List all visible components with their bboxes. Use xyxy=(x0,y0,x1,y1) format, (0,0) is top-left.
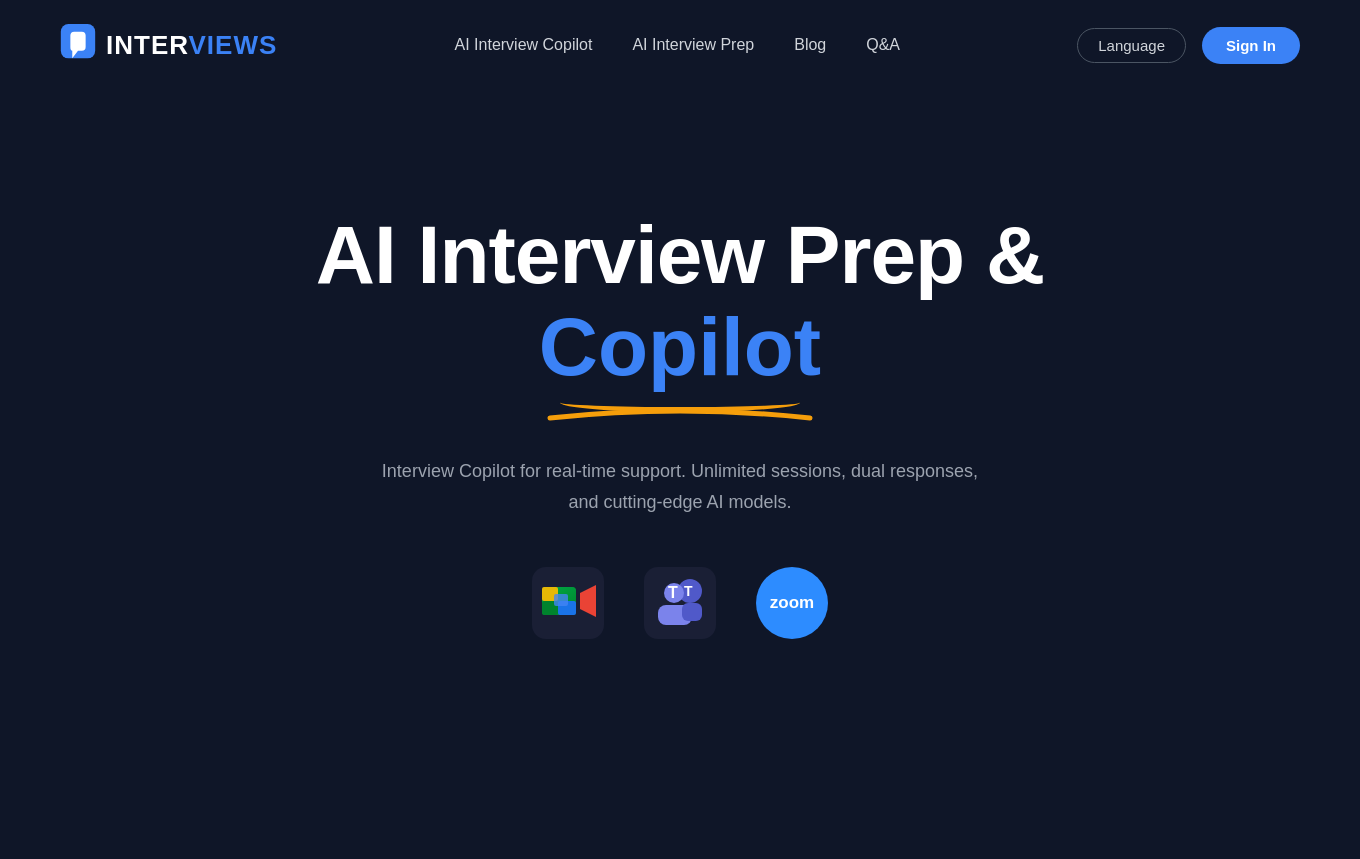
svg-rect-15 xyxy=(682,603,702,621)
signin-button[interactable]: Sign In xyxy=(1202,27,1300,64)
google-meet-icon xyxy=(532,567,604,639)
svg-text:T: T xyxy=(668,584,678,601)
navbar: INTERVIEWS AI Interview Copilot AI Inter… xyxy=(0,0,1360,90)
language-button[interactable]: Language xyxy=(1077,28,1186,63)
zoom-icon: zoom xyxy=(756,567,828,639)
svg-text:T: T xyxy=(684,583,693,599)
nav-link-blog[interactable]: Blog xyxy=(794,36,826,54)
nav-link-prep[interactable]: AI Interview Prep xyxy=(632,36,754,54)
logo-icon xyxy=(60,24,96,66)
logo-text: INTERVIEWS xyxy=(106,30,277,61)
nav-link-qa[interactable]: Q&A xyxy=(866,36,900,54)
nav-actions: Language Sign In xyxy=(1077,27,1300,64)
hero-title-line2: Copilot xyxy=(539,300,821,394)
svg-rect-9 xyxy=(644,567,716,639)
nav-links: AI Interview Copilot AI Interview Prep B… xyxy=(455,36,901,54)
platform-icons: T T zoom xyxy=(532,567,828,639)
hero-title-line1: AI Interview Prep & xyxy=(316,210,1044,300)
logo[interactable]: INTERVIEWS xyxy=(60,24,277,66)
hero-section: AI Interview Prep & Copilot Interview Co… xyxy=(0,90,1360,699)
hero-subtitle: Interview Copilot for real-time support.… xyxy=(382,456,978,517)
svg-rect-8 xyxy=(554,594,568,606)
ms-teams-icon: T T xyxy=(644,567,716,639)
nav-link-copilot[interactable]: AI Interview Copilot xyxy=(455,36,593,54)
